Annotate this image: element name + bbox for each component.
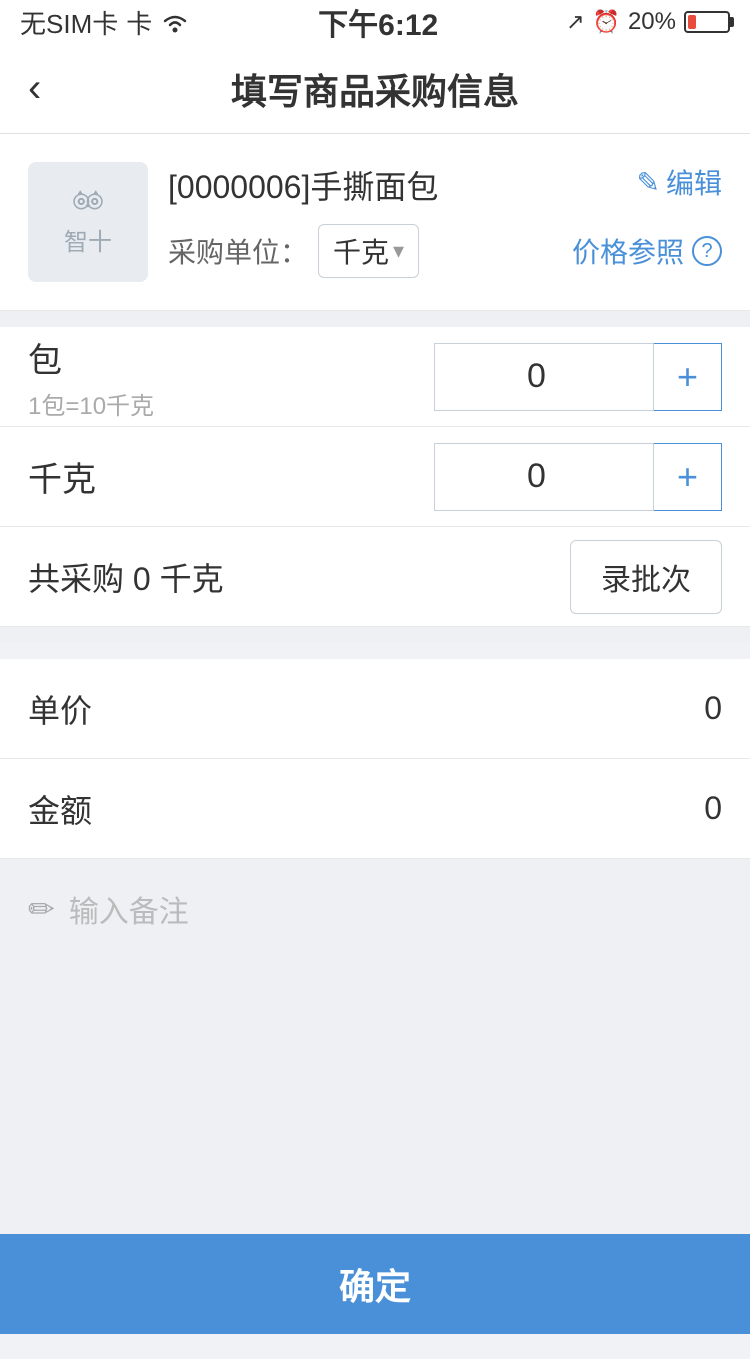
- status-time: 下午6:12: [318, 0, 438, 44]
- pencil-icon: ✏: [28, 890, 55, 928]
- product-info: [0000006]手撕面包 ✎ 编辑 采购单位： 千克 ▾ 价格参照 ?: [168, 162, 722, 278]
- battery-fill: [688, 15, 696, 29]
- kg-plus-button[interactable]: +: [654, 443, 722, 511]
- unit-price-row: 单价 0: [0, 659, 750, 759]
- unit-value: 千克: [333, 231, 389, 271]
- status-left: 无SIM卡 卡: [20, 4, 190, 41]
- remark-placeholder: 输入备注: [69, 887, 189, 931]
- info-icon: ?: [692, 236, 722, 266]
- bao-label: 包 1包=10千克: [28, 333, 154, 421]
- amount-row: 金额 0: [0, 759, 750, 859]
- input-section: 包 1包=10千克 + 千克 + 共采购 0 千克 录批次: [0, 327, 750, 627]
- bao-plus-button[interactable]: +: [654, 343, 722, 411]
- content-fill-area: [0, 959, 750, 1259]
- product-unit-row: 采购单位： 千克 ▾ 价格参照 ?: [168, 224, 722, 278]
- remark-section[interactable]: ✏ 输入备注: [0, 859, 750, 959]
- bao-input[interactable]: [434, 343, 654, 411]
- status-bar: 无SIM卡 卡 下午6:12 ↗ ⏰ 20%: [0, 0, 750, 44]
- unit-price-label: 单价: [28, 686, 92, 732]
- back-button[interactable]: ‹: [28, 66, 41, 111]
- product-name: [0000006]手撕面包: [168, 162, 438, 208]
- summary-text: 共采购 0 千克: [28, 554, 224, 600]
- sim-icon: 卡: [126, 4, 152, 41]
- section-divider-2: [0, 627, 750, 643]
- amount-value: 0: [704, 790, 722, 827]
- bao-control: +: [434, 343, 722, 411]
- kg-input-row: 千克 +: [0, 427, 750, 527]
- product-image: 智十: [28, 162, 148, 282]
- edit-icon: ✎: [637, 166, 660, 199]
- product-card: 智十 [0000006]手撕面包 ✎ 编辑 采购单位： 千克 ▾ 价格参照 ?: [0, 134, 750, 311]
- product-logo: 智十: [48, 187, 128, 257]
- unit-select[interactable]: 千克 ▾: [318, 224, 419, 278]
- page-title: 填写商品采购信息: [231, 63, 519, 115]
- status-right: ↗ ⏰ 20%: [566, 8, 730, 36]
- amount-label: 金额: [28, 786, 92, 832]
- confirm-button[interactable]: 确定: [0, 1234, 750, 1334]
- price-section: 单价 0 金额 0: [0, 659, 750, 859]
- location-icon: ↗: [566, 9, 584, 35]
- unit-price-value: 0: [704, 690, 722, 727]
- battery-pct: 20%: [628, 8, 676, 36]
- carrier-text: 无SIM卡: [20, 4, 118, 41]
- price-reference-button[interactable]: 价格参照 ?: [572, 231, 722, 271]
- bao-input-row: 包 1包=10千克 +: [0, 327, 750, 427]
- batch-button[interactable]: 录批次: [570, 540, 722, 614]
- nav-bar: ‹ 填写商品采购信息: [0, 44, 750, 134]
- kg-label: 千克: [28, 452, 96, 501]
- kg-control: +: [434, 443, 722, 511]
- section-divider-1: [0, 311, 750, 327]
- logo-text: 智十: [64, 222, 112, 257]
- alarm-icon: ⏰: [593, 9, 620, 35]
- dropdown-arrow-icon: ▾: [393, 238, 404, 264]
- kg-input[interactable]: [434, 443, 654, 511]
- summary-row: 共采购 0 千克 录批次: [0, 527, 750, 627]
- edit-button[interactable]: ✎ 编辑: [637, 162, 722, 202]
- wifi-icon: [160, 11, 190, 33]
- unit-prefix-label: 采购单位：: [168, 231, 308, 271]
- battery-icon: [684, 11, 730, 33]
- product-header: [0000006]手撕面包 ✎ 编辑: [168, 162, 722, 208]
